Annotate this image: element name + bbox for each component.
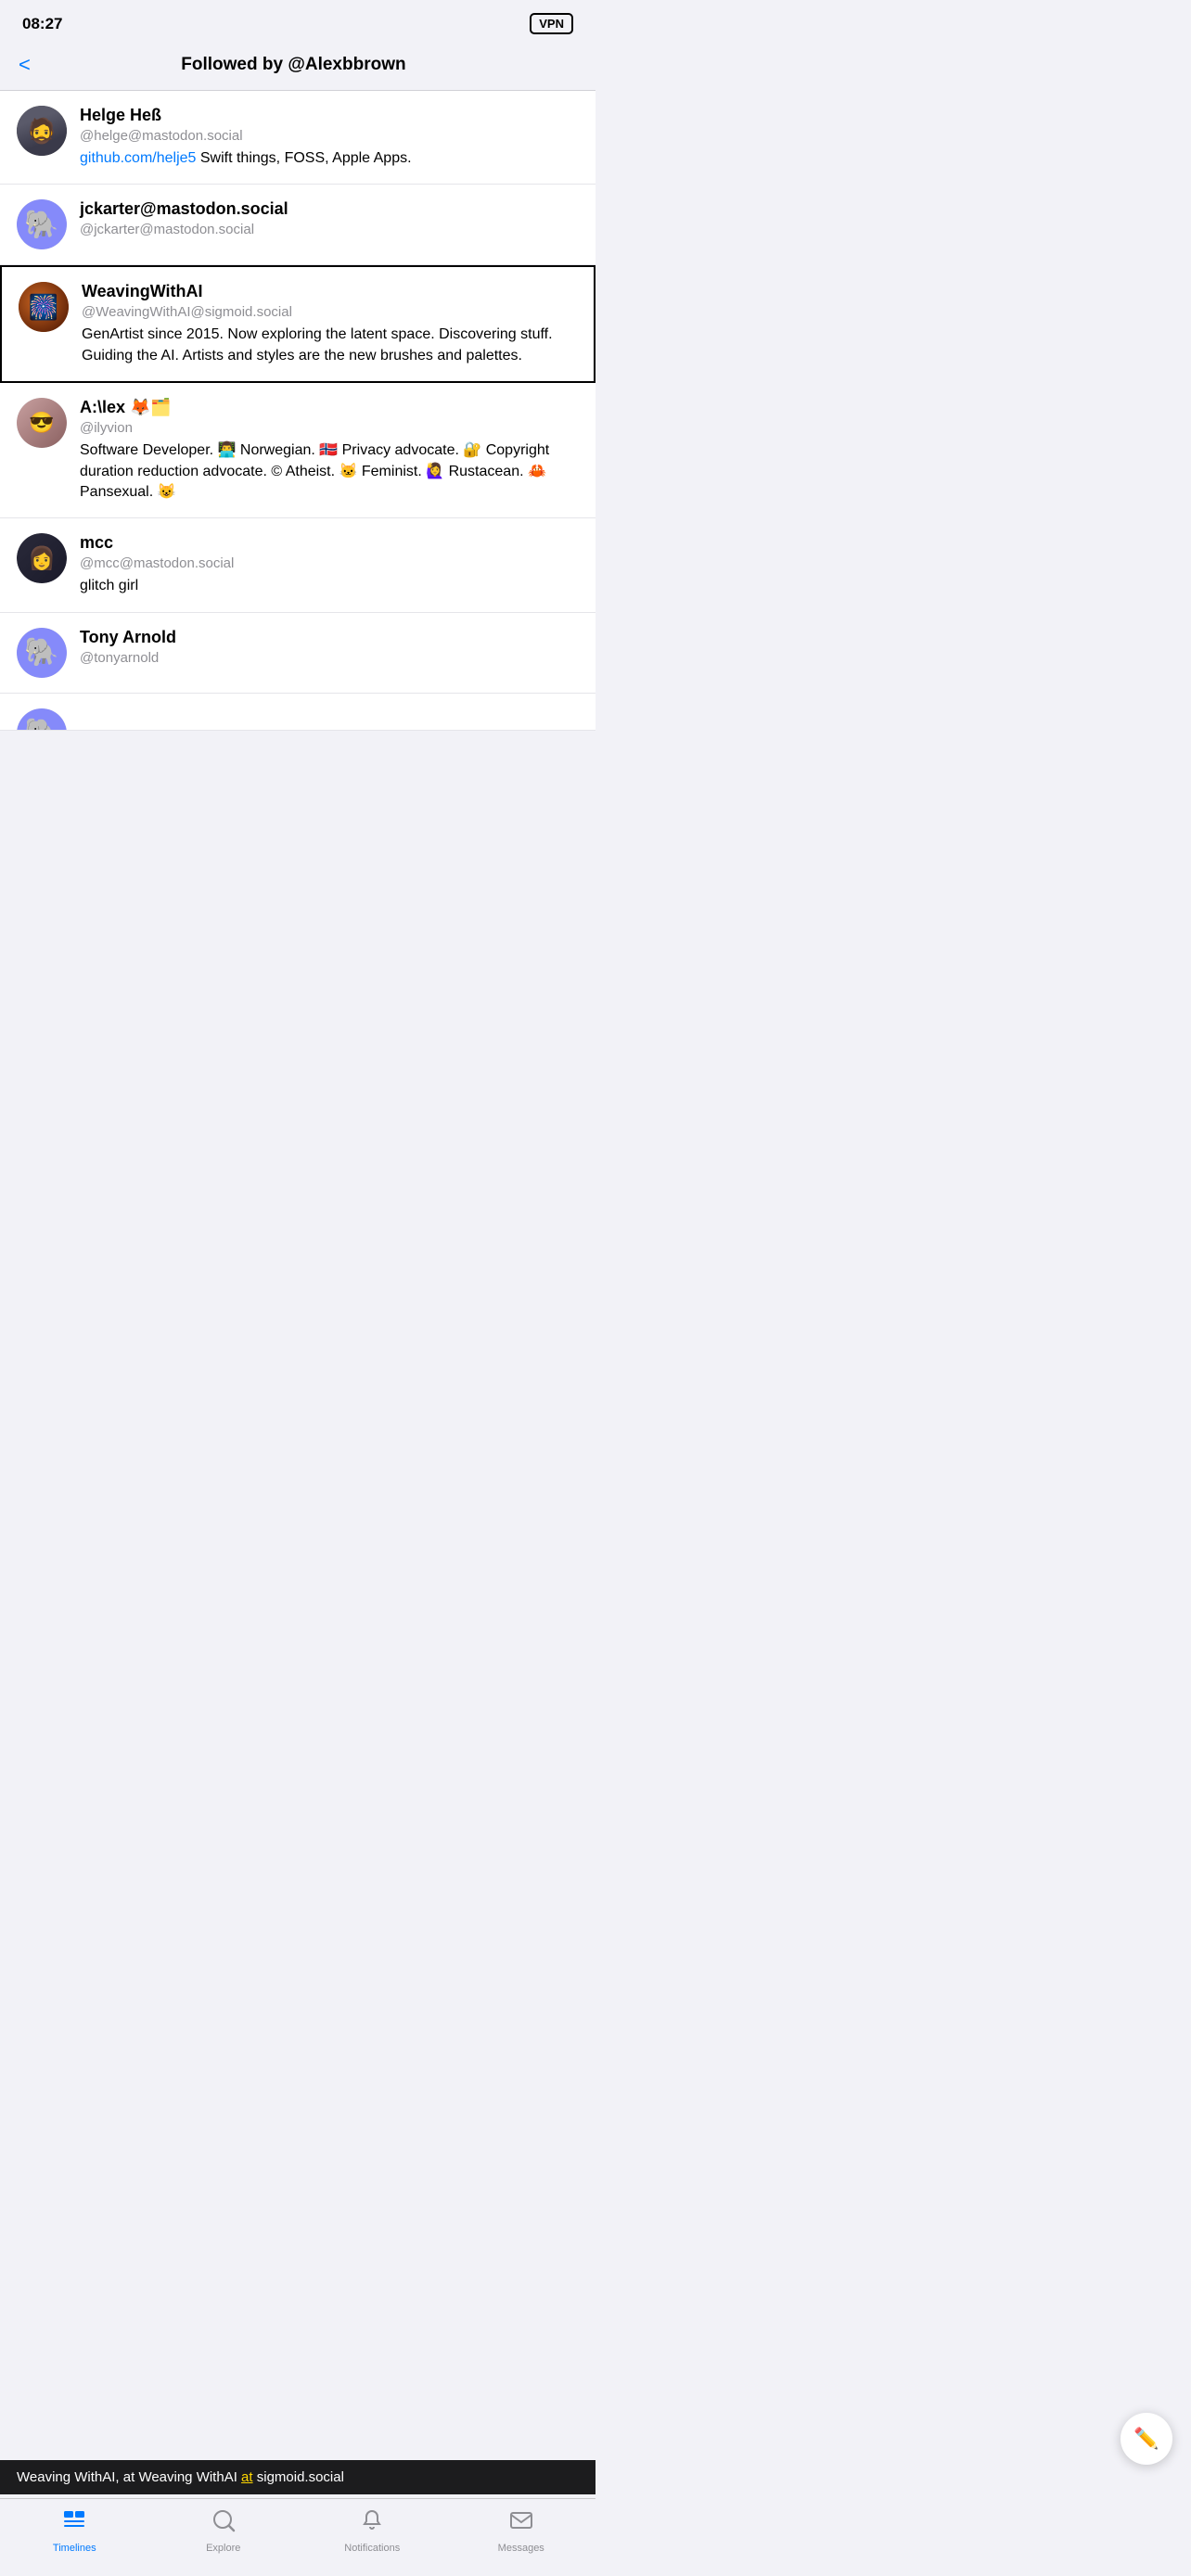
user-info: Tony Arnold @tonyarnold xyxy=(80,628,579,670)
handle: @mcc@mastodon.social xyxy=(80,555,579,571)
notifications-icon xyxy=(360,2508,384,2539)
tab-notifications[interactable]: Notifications xyxy=(298,2508,447,2554)
bottom-notification-bar: Weaving WithAI, at Weaving WithAI at sig… xyxy=(0,2460,596,2494)
tab-messages-label: Messages xyxy=(498,2543,544,2554)
avatar: 😎 xyxy=(17,398,67,448)
page-title: Followed by @Alexbbrown xyxy=(42,55,545,75)
tab-explore-label: Explore xyxy=(206,2543,240,2554)
user-info: A:\lex 🦊🗂️ @ilyvion Software Developer. … xyxy=(80,398,579,503)
timelines-icon xyxy=(62,2508,86,2539)
display-name: Tony Arnold xyxy=(80,628,579,647)
tab-timelines-label: Timelines xyxy=(53,2543,96,2554)
handle: @ilyvion xyxy=(80,420,579,436)
notification-link[interactable]: at xyxy=(241,2469,253,2485)
avatar: 🎆 xyxy=(19,282,69,332)
avatar: 👩 xyxy=(17,533,67,583)
avatar: 🧔 xyxy=(17,106,67,156)
bio: glitch girl xyxy=(80,576,579,596)
tab-bar: Timelines Explore Notifications Messages xyxy=(0,2498,596,2576)
tab-messages[interactable]: Messages xyxy=(447,2508,596,2554)
user-info: jckarter@mastodon.social @jckarter@masto… xyxy=(80,199,579,242)
messages-icon xyxy=(509,2508,533,2539)
display-name: mcc xyxy=(80,533,579,553)
compose-button[interactable]: ✏️ xyxy=(1121,2413,1172,2465)
bio: Software Developer. 👨‍💻 Norwegian. 🇳🇴 Pr… xyxy=(80,440,579,503)
nav-header: < Followed by @Alexbbrown xyxy=(0,44,596,91)
list-item[interactable]: 🎆 WeavingWithAI @WeavingWithAI@sigmoid.s… xyxy=(0,265,596,383)
vpn-badge: VPN xyxy=(530,13,573,34)
tab-notifications-label: Notifications xyxy=(344,2543,400,2554)
list-item[interactable]: 👩 mcc @mcc@mastodon.social glitch girl xyxy=(0,518,596,612)
notification-text: Weaving WithAI, at Weaving WithAI at sig… xyxy=(17,2469,344,2485)
handle: @tonyarnold xyxy=(80,650,579,666)
display-name: Helge Heß xyxy=(80,106,579,125)
user-info: WeavingWithAI @WeavingWithAI@sigmoid.soc… xyxy=(82,282,577,366)
compose-icon: ✏️ xyxy=(1133,2427,1159,2451)
user-info: Helge Heß @helge@mastodon.social github.… xyxy=(80,106,579,169)
display-name: jckarter@mastodon.social xyxy=(80,199,579,219)
avatar: 🐘 xyxy=(17,628,67,678)
list-item[interactable]: 😎 A:\lex 🦊🗂️ @ilyvion Software Developer… xyxy=(0,383,596,518)
list-item[interactable]: 🐘 Tony Arnold @tonyarnold xyxy=(0,613,596,694)
handle: @helge@mastodon.social xyxy=(80,128,579,144)
handle: @WeavingWithAI@sigmoid.social xyxy=(82,304,577,320)
status-time: 08:27 xyxy=(22,15,62,33)
user-info: mcc @mcc@mastodon.social glitch girl xyxy=(80,533,579,596)
status-bar: 08:27 VPN xyxy=(0,0,596,44)
explore-icon xyxy=(211,2508,236,2539)
handle: @jckarter@mastodon.social xyxy=(80,222,579,237)
user-list: 🧔 Helge Heß @helge@mastodon.social githu… xyxy=(0,91,596,879)
list-item[interactable]: 🧔 Helge Heß @helge@mastodon.social githu… xyxy=(0,91,596,185)
display-name: A:\lex 🦊🗂️ xyxy=(80,398,579,417)
back-button[interactable]: < xyxy=(19,53,31,77)
avatar: 🐘 xyxy=(17,199,67,249)
list-item[interactable]: 🐘 jckarter@mastodon.social @jckarter@mas… xyxy=(0,185,596,265)
bio: GenArtist since 2015. Now exploring the … xyxy=(82,325,577,366)
avatar: 🐘 xyxy=(17,708,67,731)
bio-link[interactable]: github.com/helje5 xyxy=(80,150,196,166)
tab-explore[interactable]: Explore xyxy=(149,2508,299,2554)
tab-timelines[interactable]: Timelines xyxy=(0,2508,149,2554)
bio: github.com/helje5 Swift things, FOSS, Ap… xyxy=(80,148,579,169)
list-item[interactable]: 🐘 xyxy=(0,694,596,731)
display-name: WeavingWithAI xyxy=(82,282,577,301)
